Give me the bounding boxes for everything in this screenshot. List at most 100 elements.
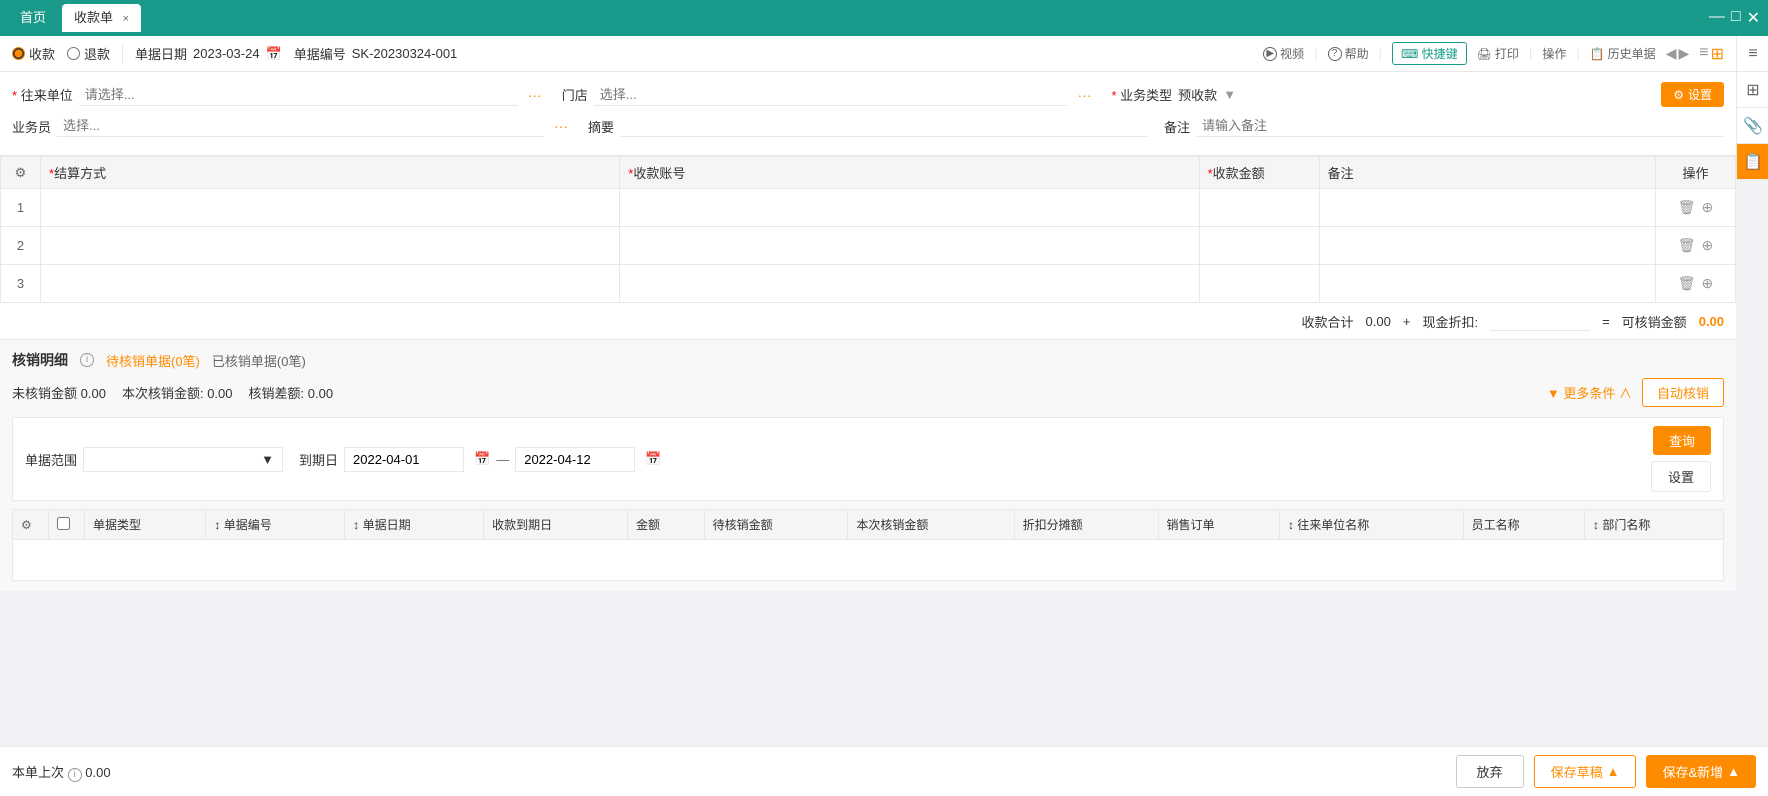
cell-account-1[interactable]	[620, 189, 1199, 227]
operation-link[interactable]: 操作	[1542, 45, 1566, 62]
calendar-to-icon[interactable]: 📅	[645, 451, 661, 467]
business-type-selector[interactable]: 预收款 ▼	[1178, 85, 1236, 104]
settings-button[interactable]: ⚙ 设置	[1661, 82, 1724, 107]
list-view-btn[interactable]: ≡	[1699, 44, 1708, 64]
toolbar: 收款 退款 单据日期 2023-03-24 📅 单据编号 SK-20230324…	[0, 36, 1736, 72]
store-more[interactable]: ···	[1073, 87, 1095, 103]
auto-writeoff-button[interactable]: 自动核销	[1642, 378, 1724, 407]
current-stat: 本次核销金额: 0.00	[122, 383, 233, 402]
row-copy-icon[interactable]: ⊕	[1702, 199, 1714, 216]
shortcut-button[interactable]: ⌨ 快捷键	[1392, 42, 1467, 65]
writeoff-header: 核销明细 i 待核销单据(0笔) 已核销单据(0笔)	[12, 350, 1724, 370]
right-panel-btn-3[interactable]: 📎	[1737, 108, 1768, 144]
counterpart-input[interactable]	[79, 84, 518, 106]
remark-input[interactable]	[1196, 115, 1724, 137]
grid-view-btn[interactable]: ⊞	[1711, 44, 1724, 64]
row-copy-icon[interactable]: ⊕	[1702, 275, 1714, 292]
cell-amount-1[interactable]	[1199, 189, 1319, 227]
query-button[interactable]: 查询	[1653, 426, 1711, 455]
help-icon: ?	[1328, 47, 1342, 61]
uncancelled-stat: 未核销金额 0.00	[12, 383, 106, 402]
date-to-input[interactable]	[515, 447, 635, 472]
video-link[interactable]: ▶ 视频	[1263, 45, 1304, 62]
tab-bar: 首页 收款单 × — □ ✕	[0, 0, 1768, 36]
abstract-field: 摘要	[588, 115, 1148, 137]
counterpart-more[interactable]: ···	[524, 87, 546, 103]
store-field: 门店 ···	[562, 84, 1096, 106]
bottom-table-settings-icon[interactable]: ⚙	[21, 518, 32, 532]
cell-remark-1[interactable]	[1319, 189, 1655, 227]
discount-input[interactable]	[1490, 311, 1590, 331]
print-icon: 🖨	[1477, 47, 1492, 61]
cell-settlement-1[interactable]	[41, 189, 620, 227]
salesperson-more[interactable]: ···	[550, 118, 572, 134]
help-link[interactable]: ? 帮助	[1328, 45, 1369, 62]
row-copy-icon[interactable]: ⊕	[1702, 237, 1714, 254]
nav-next[interactable]: ▶	[1678, 45, 1689, 62]
right-panel-btn-4[interactable]: 📋	[1737, 144, 1768, 180]
abstract-input[interactable]	[620, 115, 1148, 137]
tab-current[interactable]: 收款单 ×	[62, 4, 141, 32]
cell-settlement-3[interactable]	[41, 265, 620, 303]
form-row-1: * 往来单位 ··· 门店 ··· * 业务类型 预收款 ▼ ⚙ 设置	[12, 82, 1724, 107]
print-link[interactable]: 🖨 打印	[1477, 45, 1519, 62]
range-select[interactable]: ▼	[83, 447, 283, 472]
tab-home[interactable]: 首页	[8, 4, 58, 32]
right-panel: ≡ ⊞ 📎 📋	[1736, 36, 1768, 180]
form-type-radio-group: 收款 退款	[12, 44, 110, 63]
filter-settings-button[interactable]: 设置	[1651, 461, 1711, 492]
calendar-icon[interactable]: 📅	[266, 46, 282, 62]
col-dept: ↕ 部门名称	[1585, 510, 1724, 540]
tab-close-icon[interactable]: ×	[123, 13, 129, 25]
table-settings-icon[interactable]: ⚙	[15, 165, 27, 180]
select-all-checkbox[interactable]	[57, 517, 70, 530]
form-row-2: 业务员 ··· 摘要 备注	[12, 115, 1724, 137]
cell-account-2[interactable]	[620, 227, 1199, 265]
empty-row	[13, 540, 1724, 581]
right-panel-btn-1[interactable]: ≡	[1737, 36, 1768, 72]
form-area: * 往来单位 ··· 门店 ··· * 业务类型 预收款 ▼ ⚙ 设置	[0, 72, 1736, 156]
cell-amount-3[interactable]	[1199, 265, 1319, 303]
nav-prev[interactable]: ◀	[1666, 45, 1677, 62]
business-type-field: * 业务类型 预收款 ▼	[1111, 85, 1645, 104]
window-minimize[interactable]: —	[1709, 8, 1725, 28]
cell-amount-2[interactable]	[1199, 227, 1319, 265]
cell-account-3[interactable]	[620, 265, 1199, 303]
filter-icon: ▼	[1547, 386, 1560, 401]
bill-date-field: 单据日期 2023-03-24 📅	[135, 44, 282, 63]
row-delete-icon[interactable]: 🗑	[1678, 275, 1696, 292]
row-delete-icon[interactable]: 🗑	[1678, 237, 1696, 254]
radio-refund[interactable]: 退款	[67, 44, 110, 63]
salesperson-input[interactable]	[57, 115, 544, 137]
calendar-from-icon[interactable]: 📅	[474, 451, 490, 467]
table-row: 3 🗑 ⊕	[1, 265, 1736, 303]
writeoff-info-icon[interactable]: i	[80, 353, 94, 367]
cell-remark-3[interactable]	[1319, 265, 1655, 303]
completed-link[interactable]: 已核销单据(0笔)	[212, 351, 306, 370]
col-account: *收款账号	[620, 157, 1199, 189]
history-link[interactable]: 📋 历史单据	[1590, 45, 1656, 62]
info-icon: i	[68, 768, 82, 782]
cell-remark-2[interactable]	[1319, 227, 1655, 265]
window-close[interactable]: ✕	[1747, 8, 1760, 28]
cell-settlement-2[interactable]	[41, 227, 620, 265]
col-bill-date: ↕ 单据日期	[345, 510, 484, 540]
col-counterpart: ↕ 往来单位名称	[1279, 510, 1463, 540]
summary-row: 收款合计 0.00 + 现金折扣: = 可核销金额 0.00	[0, 303, 1736, 340]
abandon-button[interactable]: 放弃	[1456, 755, 1524, 788]
save-draft-button[interactable]: 保存草稿 ▲	[1534, 755, 1637, 788]
more-conditions-link[interactable]: ▼ 更多条件 ∧	[1547, 383, 1632, 402]
col-sales-order: 销售订单	[1158, 510, 1279, 540]
right-panel-btn-2[interactable]: ⊞	[1737, 72, 1768, 108]
dropdown-arrow-icon: ▼	[1223, 87, 1236, 102]
save-new-button[interactable]: 保存&新增 ▲	[1646, 755, 1756, 788]
pending-link[interactable]: 待核销单据(0笔)	[106, 351, 200, 370]
store-input[interactable]	[594, 84, 1068, 106]
window-maximize[interactable]: □	[1731, 8, 1741, 28]
bottom-table: ⚙ 单据类型 ↕ 单据编号 ↕ 单据日期 收款到期日 金额 待核销金额 本次核销…	[12, 509, 1724, 581]
col-bill-number: ↕ 单据编号	[206, 510, 345, 540]
radio-receipt[interactable]: 收款	[12, 44, 55, 63]
remark-field: 备注	[1164, 115, 1724, 137]
row-delete-icon[interactable]: 🗑	[1678, 199, 1696, 216]
date-from-input[interactable]	[344, 447, 464, 472]
